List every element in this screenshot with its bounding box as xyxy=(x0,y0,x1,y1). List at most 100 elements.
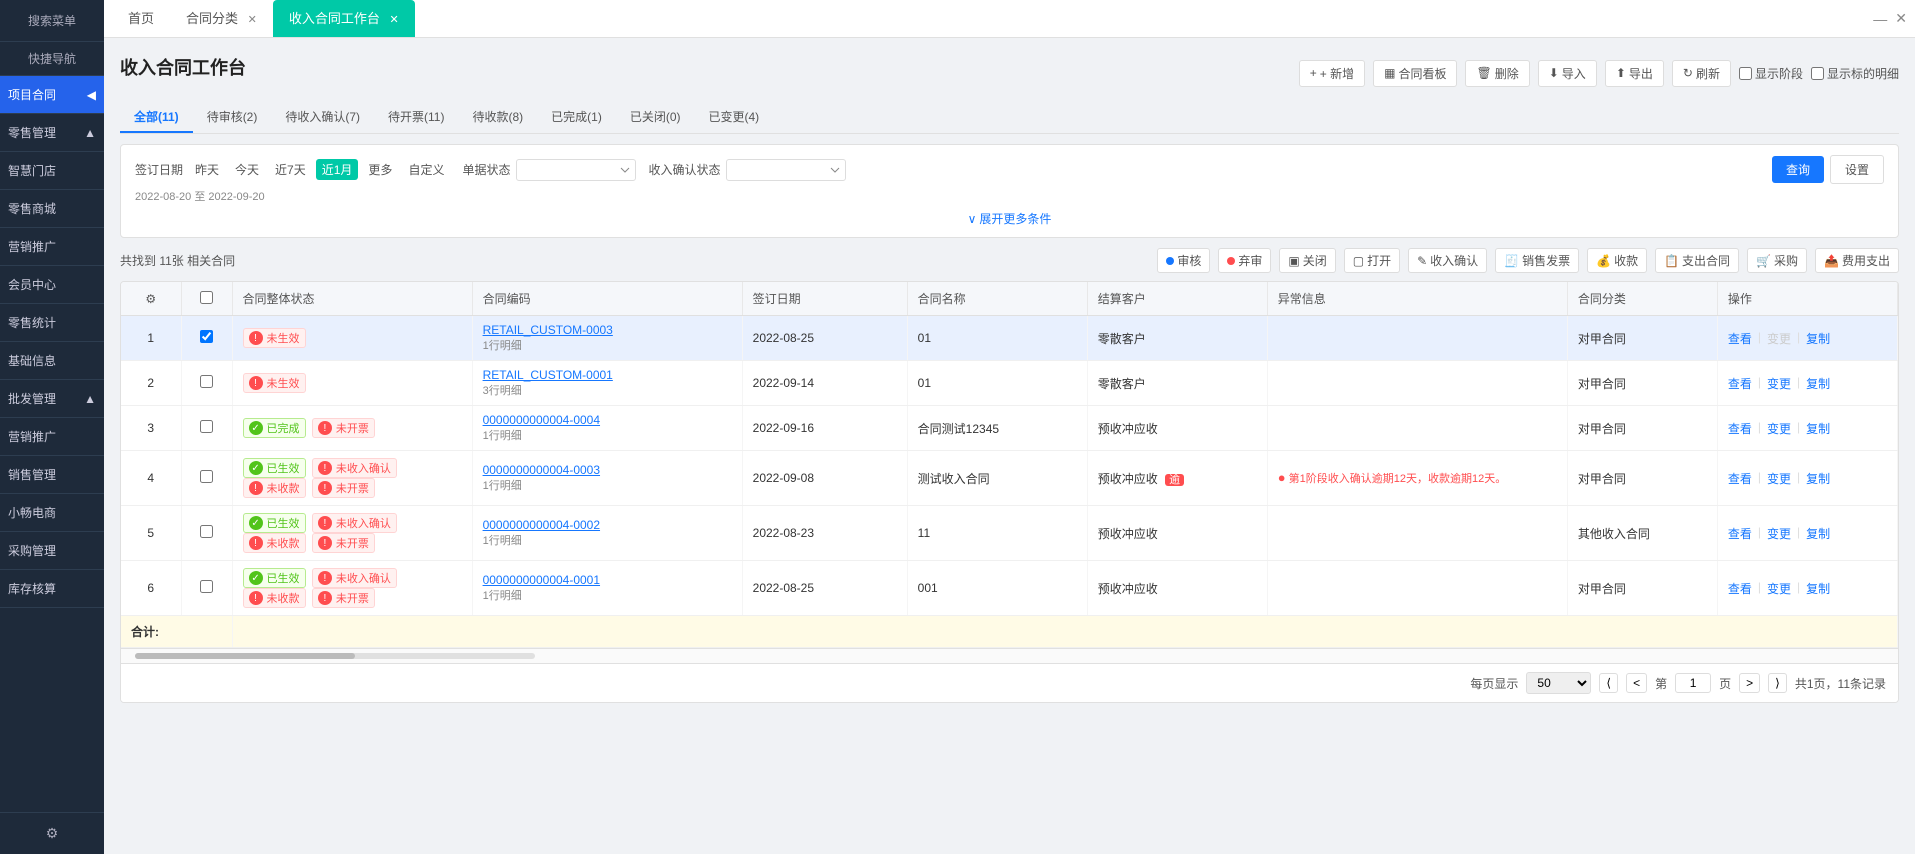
sidebar-item-wholesale-mgmt[interactable]: 批发管理 ▲ xyxy=(0,380,104,418)
contract-link[interactable]: RETAIL_CUSTOM-0001 xyxy=(483,368,613,382)
change-link[interactable]: 变更 xyxy=(1767,525,1791,542)
prev-page-button[interactable]: < xyxy=(1626,673,1647,693)
income-confirm-button[interactable]: ✎ 收入确认 xyxy=(1408,248,1487,273)
sidebar-item-member[interactable]: 会员中心 xyxy=(0,266,104,304)
change-link[interactable]: 变更 xyxy=(1767,420,1791,437)
import-button[interactable]: ⬇ 导入 xyxy=(1538,60,1597,87)
scroll-indicator[interactable] xyxy=(135,653,355,659)
date-custom[interactable]: 自定义 xyxy=(402,159,450,180)
change-link[interactable]: 变更 xyxy=(1767,470,1791,487)
contract-link[interactable]: 0000000000004-0002 xyxy=(483,518,600,532)
filter-tab-pending-review[interactable]: 待审核(2) xyxy=(193,102,272,133)
change-link[interactable]: 变更 xyxy=(1767,375,1791,392)
view-link[interactable]: 查看 xyxy=(1728,420,1752,437)
copy-link[interactable]: 复制 xyxy=(1806,330,1830,347)
page-number-input[interactable] xyxy=(1675,673,1711,693)
payment-button[interactable]: 💰 收款 xyxy=(1587,248,1647,273)
query-button[interactable]: 查询 xyxy=(1772,156,1824,183)
tab-home[interactable]: 首页 xyxy=(112,0,170,37)
date-more[interactable]: 更多 xyxy=(362,159,398,180)
contract-link[interactable]: RETAIL_CUSTOM-0003 xyxy=(483,323,613,337)
sidebar-item-sales-mgmt[interactable]: 销售管理 xyxy=(0,456,104,494)
sidebar-item-inventory[interactable]: 库存核算 xyxy=(0,570,104,608)
purchase-button[interactable]: 🛒 采购 xyxy=(1747,248,1807,273)
open-contract-button[interactable]: ▢ 打开 xyxy=(1344,248,1400,273)
copy-link[interactable]: 复制 xyxy=(1806,525,1830,542)
filter-tab-completed[interactable]: 已完成(1) xyxy=(537,102,616,133)
view-link[interactable]: 查看 xyxy=(1728,330,1752,347)
date-last7days[interactable]: 近7天 xyxy=(269,159,312,180)
view-link[interactable]: 查看 xyxy=(1728,375,1752,392)
date-today[interactable]: 今天 xyxy=(229,159,265,180)
row-check[interactable] xyxy=(181,361,232,406)
settings-icon[interactable]: ⚙ xyxy=(145,292,156,306)
view-link[interactable]: 查看 xyxy=(1728,525,1752,542)
sidebar-item-project[interactable]: 项目合同 ◀ xyxy=(0,76,104,114)
th-check[interactable] xyxy=(181,282,232,316)
filter-tab-changed[interactable]: 已变更(4) xyxy=(695,102,774,133)
view-link[interactable]: 查看 xyxy=(1728,470,1752,487)
row-check[interactable] xyxy=(181,506,232,561)
expand-more-btn[interactable]: ∨ 展开更多条件 xyxy=(968,210,1052,227)
row-check[interactable] xyxy=(181,316,232,361)
filter-tab-all[interactable]: 全部(11) xyxy=(120,102,193,133)
close-contract-button[interactable]: ▣ 关闭 xyxy=(1279,248,1335,273)
tab-contract-category[interactable]: 合同分类 ✕ xyxy=(170,0,273,37)
tab-income-contract[interactable]: 收入合同工作台 ✕ xyxy=(273,0,415,37)
date-yesterday[interactable]: 昨天 xyxy=(189,159,225,180)
window-minimize-button[interactable]: — xyxy=(1873,11,1887,27)
contract-link[interactable]: 0000000000004-0003 xyxy=(483,463,600,477)
copy-link[interactable]: 复制 xyxy=(1806,420,1830,437)
export-button[interactable]: ⬆ 导出 xyxy=(1605,60,1664,87)
expense-out-button[interactable]: 📋 支出合同 xyxy=(1655,248,1739,273)
filter-tab-pending-invoice[interactable]: 待开票(11) xyxy=(374,102,458,133)
search-setting-button[interactable]: 设置 xyxy=(1830,155,1884,184)
change-link[interactable]: 变更 xyxy=(1767,580,1791,597)
fee-out-button[interactable]: 📤 费用支出 xyxy=(1815,248,1899,273)
filter-tab-closed[interactable]: 已关闭(0) xyxy=(616,102,695,133)
tab-income-contract-close[interactable]: ✕ xyxy=(390,14,399,26)
sidebar-quick-nav[interactable]: 快捷导航 xyxy=(0,42,104,76)
sidebar-item-marketing[interactable]: 营销推广 xyxy=(0,228,104,266)
tab-contract-category-close[interactable]: ✕ xyxy=(248,14,257,26)
add-button[interactable]: + + 新增 xyxy=(1299,60,1365,87)
page-size-select[interactable]: 50 100 xyxy=(1526,672,1591,694)
sidebar-item-retail-ecom[interactable]: 零售商城 xyxy=(0,190,104,228)
sidebar-item-smart-store[interactable]: 智慧门店 xyxy=(0,152,104,190)
copy-link[interactable]: 复制 xyxy=(1806,580,1830,597)
sidebar-settings-button[interactable]: ⚙ xyxy=(0,812,104,854)
sidebar-search[interactable]: 搜索菜单 xyxy=(0,0,104,42)
show-fields-checkbox[interactable]: 显示阶段 xyxy=(1739,65,1803,82)
contract-board-button[interactable]: ▦ 合同看板 xyxy=(1373,60,1457,87)
sidebar-item-marketing2[interactable]: 营销推广 xyxy=(0,418,104,456)
first-page-button[interactable]: ⟨ xyxy=(1599,673,1618,693)
show-marks-checkbox[interactable]: 显示标的明细 xyxy=(1811,65,1899,82)
contract-link[interactable]: 0000000000004-0004 xyxy=(483,413,600,427)
delete-button[interactable]: 🗑 删除 xyxy=(1465,60,1529,87)
sidebar-item-purchase-mgmt[interactable]: 采购管理 xyxy=(0,532,104,570)
row-check[interactable] xyxy=(181,451,232,506)
view-link[interactable]: 查看 xyxy=(1728,580,1752,597)
date-last1month[interactable]: 近1月 xyxy=(316,159,359,180)
last-page-button[interactable]: ⟩ xyxy=(1768,673,1787,693)
filter-tab-pending-confirm[interactable]: 待收入确认(7) xyxy=(271,102,374,133)
copy-link[interactable]: 复制 xyxy=(1806,470,1830,487)
abandon-audit-button[interactable]: 弃审 xyxy=(1218,248,1271,273)
doc-status-select[interactable] xyxy=(516,159,636,181)
audit-button[interactable]: 审核 xyxy=(1157,248,1210,273)
sidebar-item-retail-mgmt[interactable]: 零售管理 ▲ xyxy=(0,114,104,152)
contract-link[interactable]: 0000000000004-0001 xyxy=(483,573,600,587)
row-check[interactable] xyxy=(181,561,232,616)
sidebar-item-basic-info[interactable]: 基础信息 xyxy=(0,342,104,380)
refresh-button[interactable]: ↻ 刷新 xyxy=(1672,60,1731,87)
sales-invoice-button[interactable]: 🧾 销售发票 xyxy=(1495,248,1579,273)
copy-link[interactable]: 复制 xyxy=(1806,375,1830,392)
sidebar-item-retail-stats[interactable]: 零售统计 xyxy=(0,304,104,342)
income-confirm-select[interactable] xyxy=(726,159,846,181)
row-check[interactable] xyxy=(181,406,232,451)
select-all-checkbox[interactable] xyxy=(200,291,213,304)
next-page-button[interactable]: > xyxy=(1739,673,1760,693)
sidebar-item-xiaochangecom[interactable]: 小畅电商 xyxy=(0,494,104,532)
filter-tab-pending-payment[interactable]: 待收款(8) xyxy=(458,102,537,133)
window-close-button[interactable]: ✕ xyxy=(1895,10,1907,27)
